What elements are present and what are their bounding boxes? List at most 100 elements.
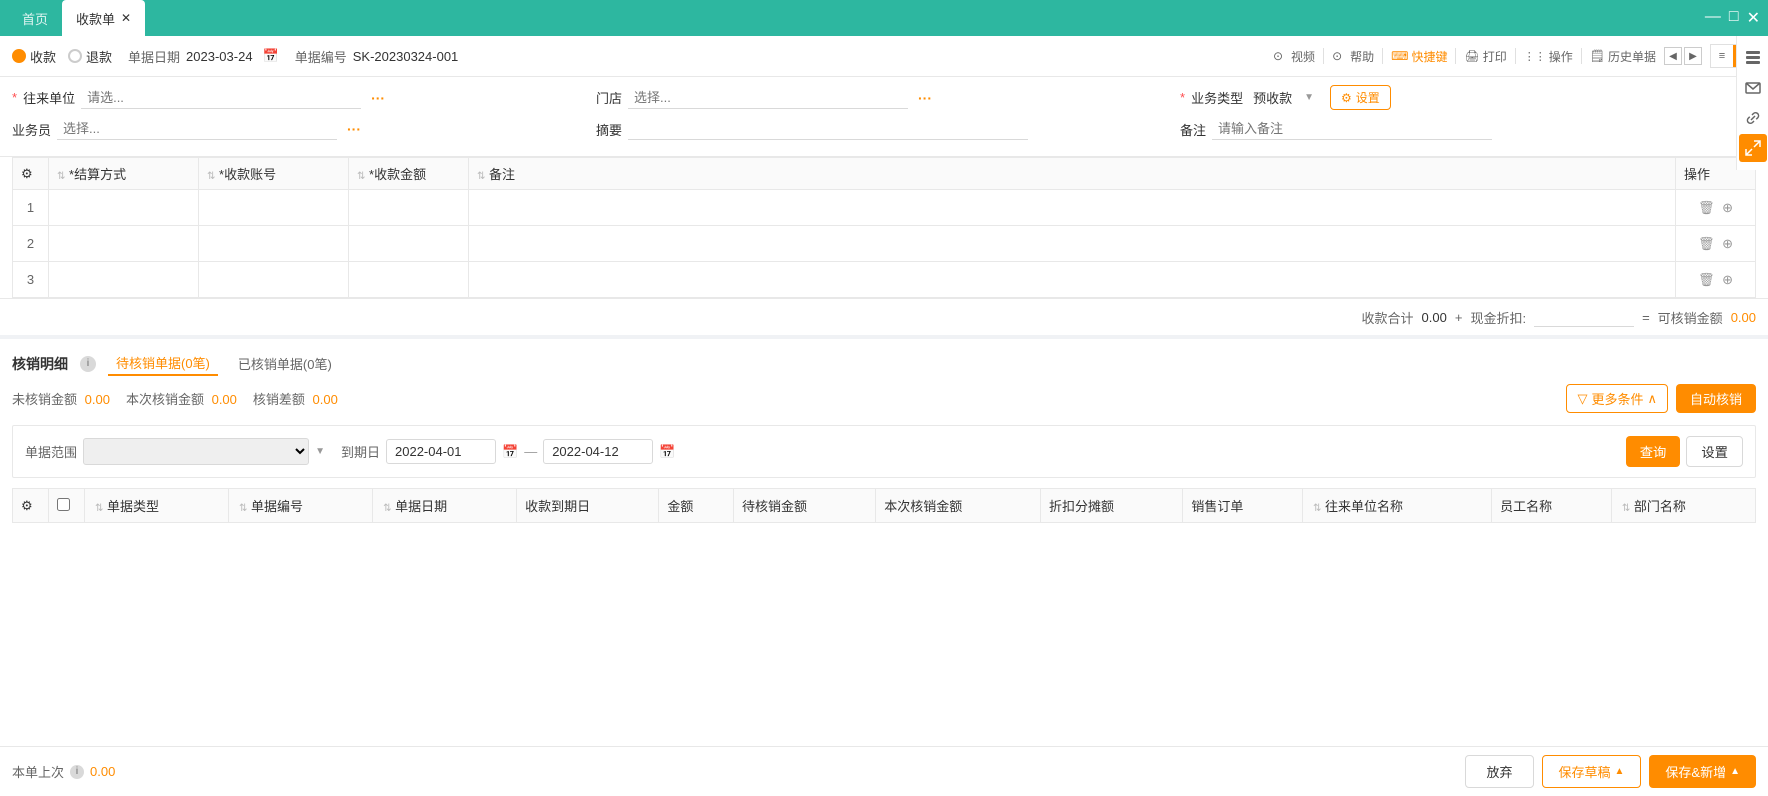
history-btn[interactable]: 🗒 历史单据 [1590,48,1656,65]
sales-more-btn[interactable]: ··· [343,121,365,137]
info-icon-footer[interactable]: i [70,765,84,779]
row2-settle[interactable] [49,226,199,262]
date-range: 到期日 📅 — 📅 [341,439,675,464]
tab-home[interactable]: 首页 [8,0,62,36]
sort-account-icon[interactable]: ⇅ [207,171,215,182]
row3-settle[interactable] [49,262,199,298]
row2-delete-icon[interactable]: 🗑 [1698,236,1715,251]
store-input[interactable] [628,87,908,109]
page-footer: 本单上次 i 0.00 放弃 保存草稿 ▲ 保存&新增 ▲ [0,746,1768,796]
sales-input[interactable] [57,118,337,140]
date-separator: — [524,444,537,459]
available-value: 0.00 [1731,310,1756,325]
window-minimize-icon[interactable]: — [1705,8,1721,28]
form-row-2: 业务员 ··· 摘要 备注 [12,118,1756,140]
window-close-icon[interactable]: ✕ [1747,8,1760,28]
row2-account[interactable] [199,226,349,262]
receipt-radio-label: 收款 [30,47,56,66]
row1-account[interactable] [199,190,349,226]
video-btn[interactable]: 视频 [1291,48,1315,65]
nav-next-icon[interactable]: ▶ [1684,47,1702,65]
partner-more-btn[interactable]: ··· [367,90,389,106]
shortcut-btn[interactable]: ⌨ 快捷键 [1391,48,1447,65]
sort-partner-icon[interactable]: ⇅ [1313,503,1321,514]
layout-list-btn[interactable]: ≡ [1711,45,1733,67]
sort-settle-icon[interactable]: ⇅ [57,171,65,182]
sort-amount-icon[interactable]: ⇅ [357,171,365,182]
more-conditions-btn[interactable]: ▽ 更多条件 ∧ [1566,384,1668,413]
abandon-btn[interactable]: 放弃 [1465,755,1533,788]
verify-section: 核销明细 i 待核销单据(0笔) 已核销单据(0笔) 未核销金额 0.00 本次… [0,335,1768,752]
total-value: 0.00 [1422,310,1447,325]
refund-radio[interactable]: 退款 [68,47,112,66]
tab-receipt[interactable]: 收款单 ✕ [62,0,145,36]
verify-info-icon[interactable]: i [80,356,96,372]
row1-amount[interactable] [349,190,469,226]
search-setting-btn[interactable]: 设置 [1686,436,1743,467]
row1-remark[interactable] [469,190,1676,226]
verify-header: 核销明细 i 待核销单据(0笔) 已核销单据(0笔) [12,351,1756,376]
sidebar-table-icon[interactable] [1739,44,1767,72]
query-btn[interactable]: 查询 [1626,436,1681,467]
auto-verify-btn[interactable]: 自动核销 [1676,384,1756,413]
sidebar-link-icon[interactable] [1739,104,1767,132]
discount-input[interactable] [1534,307,1634,327]
select-all-checkbox[interactable] [57,498,70,511]
tab-home-label: 首页 [22,9,48,28]
sidebar-expand-icon[interactable] [1739,134,1767,162]
row3-copy-icon[interactable]: ⊕ [1722,272,1733,287]
operation-btn[interactable]: ⋮⋮ 操作 [1524,48,1573,65]
print-btn[interactable]: 🖨 打印 [1464,48,1506,65]
sort-remark-icon[interactable]: ⇅ [477,171,485,182]
biz-label: 业务类型 [1191,88,1243,107]
help-btn[interactable]: 帮助 [1350,48,1374,65]
save-dropdown-icon[interactable]: ▲ [1730,766,1740,777]
partner-input[interactable] [81,87,361,109]
vcol-docnum-header: ⇅ 单据编号 [229,489,373,523]
verify-tab-done[interactable]: 已核销单据(0笔) [230,352,340,375]
tab-close-icon[interactable]: ✕ [121,11,131,25]
range-select[interactable] [83,438,309,465]
row3-delete-icon[interactable]: 🗑 [1698,272,1715,287]
row2-amount[interactable] [349,226,469,262]
row1-settle[interactable] [49,190,199,226]
date-from-calendar-icon[interactable]: 📅 [502,444,518,460]
date-calendar-icon[interactable]: 📅 [263,48,279,64]
sort-dept-icon[interactable]: ⇅ [1622,503,1630,514]
row2-copy-icon[interactable]: ⊕ [1722,236,1733,251]
table-gear-icon[interactable]: ⚙ [21,166,33,181]
row1-copy-icon[interactable]: ⊕ [1722,200,1733,215]
date-to-input[interactable] [543,439,653,464]
verify-stats: 未核销金额 0.00 本次核销金额 0.00 核销差额 0.00 ▽ 更多条件 … [12,384,1756,413]
row3-amount[interactable] [349,262,469,298]
sidebar-email-icon[interactable] [1739,74,1767,102]
setting-btn[interactable]: ⚙ 设置 [1330,85,1391,110]
row3-remark[interactable] [469,262,1676,298]
row1-delete-icon[interactable]: 🗑 [1698,200,1715,215]
biz-type-dropdown-icon[interactable]: ▼ [1304,92,1314,103]
verify-tab-pending[interactable]: 待核销单据(0笔) [108,351,218,376]
partner-label: 往来单位 [23,88,75,107]
draft-dropdown-icon[interactable]: ▲ [1615,766,1625,777]
notes-input[interactable] [1212,118,1492,140]
vtable-gear-icon[interactable]: ⚙ [21,498,33,513]
receipt-radio[interactable]: 收款 [12,47,56,66]
history-icon: 🗒 [1590,49,1605,63]
save-new-btn[interactable]: 保存&新增 ▲ [1649,755,1756,788]
notes-label: 备注 [1180,120,1206,139]
sort-docdate-icon[interactable]: ⇅ [383,503,391,514]
sort-doctype-icon[interactable]: ⇅ [95,503,103,514]
window-maximize-icon[interactable]: □ [1729,8,1739,28]
sort-docnum-icon[interactable]: ⇅ [239,503,247,514]
summary-input[interactable] [628,118,1028,140]
store-more-btn[interactable]: ··· [914,90,936,106]
row3-account[interactable] [199,262,349,298]
notes-field: 备注 [1180,118,1756,140]
row2-remark[interactable] [469,226,1676,262]
date-to-calendar-icon[interactable]: 📅 [659,444,675,460]
row2-num: 2 [13,226,49,262]
date-from-input[interactable] [386,439,496,464]
save-draft-btn[interactable]: 保存草稿 ▲ [1542,755,1642,788]
nav-prev-icon[interactable]: ◀ [1664,47,1682,65]
summary-row: 收款合计 0.00 + 现金折扣: = 可核销金额 0.00 [0,298,1768,335]
